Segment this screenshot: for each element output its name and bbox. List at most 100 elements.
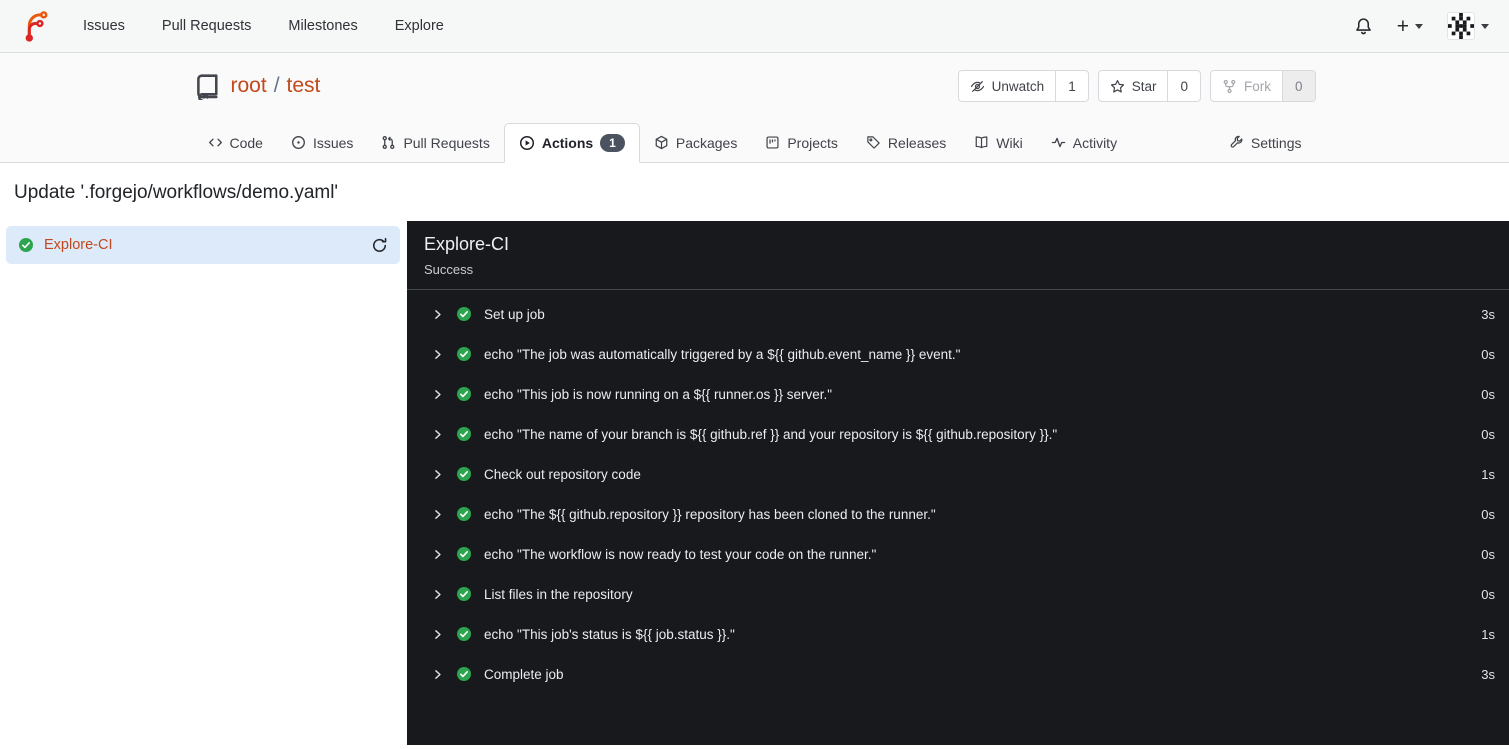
actions-count-badge: 1 (600, 133, 625, 153)
star-count[interactable]: 0 (1167, 71, 1200, 101)
tab-label: Releases (887, 134, 947, 151)
page-title: Update '.forgejo/workflows/demo.yaml' (14, 182, 339, 203)
repo-title-row: root / test Unwatch 1 Star 0 Fork 0 (194, 70, 1316, 102)
tab-packages[interactable]: Packages (640, 123, 751, 162)
watch-count[interactable]: 1 (1055, 71, 1088, 101)
chevron-right-icon (431, 308, 446, 321)
step-success-icon (456, 666, 474, 682)
step-name: Set up job (484, 306, 545, 322)
tab-pull-requests[interactable]: Pull Requests (367, 123, 503, 162)
repo-owner-link[interactable]: root (231, 74, 267, 98)
unwatch-button[interactable]: Unwatch 1 (957, 70, 1089, 102)
tab-label: Wiki (996, 134, 1023, 151)
chevron-right-icon (431, 348, 446, 361)
step-name: echo "This job is now running on a ${{ r… (484, 386, 833, 402)
top-navbar: Issues Pull Requests Milestones Explore … (0, 0, 1509, 53)
tab-issues[interactable]: Issues (277, 123, 367, 162)
pull-request-icon (383, 136, 395, 149)
step-row[interactable]: Set up job 3s (407, 294, 1509, 334)
plus-icon: + (1396, 14, 1409, 38)
step-duration: 0s (1481, 346, 1495, 362)
nav-milestones[interactable]: Milestones (288, 18, 357, 34)
chevron-right-icon (431, 508, 446, 521)
chevron-right-icon (431, 428, 446, 441)
identicon-avatar-icon (1448, 13, 1474, 39)
tab-settings[interactable]: Settings (1215, 123, 1316, 162)
tab-projects[interactable]: Projects (751, 123, 852, 162)
step-duration: 3s (1481, 666, 1495, 682)
step-row[interactable]: Complete job 3s (407, 654, 1509, 694)
tab-actions[interactable]: Actions 1 (503, 123, 640, 163)
notifications-button[interactable] (1354, 17, 1373, 36)
step-row[interactable]: echo "The name of your branch is ${{ git… (407, 414, 1509, 454)
chevron-right-icon (431, 588, 446, 601)
tab-label: Packages (675, 134, 738, 151)
main-nav: Issues Pull Requests Milestones Explore (83, 18, 444, 34)
tab-label: Projects (787, 134, 838, 151)
step-row[interactable]: echo "The job was automatically triggere… (407, 334, 1509, 374)
step-success-icon (456, 306, 474, 322)
step-success-icon (456, 546, 474, 562)
step-row[interactable]: echo "This job's status is ${{ job.statu… (407, 614, 1509, 654)
chevron-right-icon (431, 388, 446, 401)
tag-icon (867, 136, 880, 149)
step-name: echo "The ${{ github.repository }} repos… (484, 506, 936, 522)
package-icon (655, 135, 668, 150)
run-log-panel: Explore-CI Success Set up job 3s echo "T… (407, 221, 1509, 745)
step-row[interactable]: Check out repository code 1s (407, 454, 1509, 494)
actions-run-page: Update '.forgejo/workflows/demo.yaml' Ex… (0, 163, 1509, 747)
step-success-icon (456, 586, 474, 602)
step-row[interactable]: echo "The ${{ github.repository }} repos… (407, 494, 1509, 534)
run-panel-header: Explore-CI Success (407, 221, 1509, 290)
step-name: echo "The workflow is now ready to test … (484, 546, 877, 562)
repo-name-link[interactable]: test (287, 74, 321, 98)
nav-explore[interactable]: Explore (395, 18, 444, 34)
step-row[interactable]: echo "This job is now running on a ${{ r… (407, 374, 1509, 414)
job-item-explore-ci[interactable]: Explore-CI (6, 226, 400, 264)
repo-book-icon (194, 73, 221, 100)
bell-icon (1355, 17, 1371, 34)
chevron-right-icon (431, 628, 446, 641)
step-duration: 1s (1481, 626, 1495, 642)
forgejo-logo-icon (25, 10, 48, 42)
chevron-down-icon (1481, 23, 1489, 29)
rerun-sync-icon[interactable] (371, 237, 388, 254)
pulse-icon (1051, 137, 1065, 148)
step-duration: 1s (1481, 466, 1495, 482)
issue-icon (292, 136, 305, 149)
tab-wiki[interactable]: Wiki (960, 123, 1036, 162)
create-new-button[interactable]: + (1397, 16, 1423, 37)
step-name: echo "This job's status is ${{ job.statu… (484, 626, 735, 642)
jobs-sidebar: Explore-CI (0, 221, 407, 747)
repo-action-buttons: Unwatch 1 Star 0 Fork 0 (957, 70, 1316, 102)
step-duration: 3s (1481, 306, 1495, 322)
repo-tabs: Code Issues Pull Requests Actions 1 Pack… (194, 122, 1316, 163)
fork-button[interactable]: Fork 0 (1209, 70, 1316, 102)
step-duration: 0s (1481, 386, 1495, 402)
star-button[interactable]: Star 0 (1097, 70, 1201, 102)
step-duration: 0s (1481, 426, 1495, 442)
step-name: echo "The job was automatically triggere… (484, 346, 961, 362)
step-duration: 0s (1481, 586, 1495, 602)
repo-header: root / test Unwatch 1 Star 0 Fork 0 Code… (0, 53, 1509, 163)
forgejo-logo[interactable] (20, 10, 51, 42)
tab-label: Issues (312, 134, 354, 151)
tab-label: Code (229, 134, 263, 151)
fork-count[interactable]: 0 (1281, 71, 1315, 101)
step-success-icon (456, 506, 474, 522)
step-row[interactable]: List files in the repository 0s (407, 574, 1509, 614)
fork-icon (1223, 79, 1236, 93)
step-name: Complete job (484, 666, 564, 682)
star-icon (1110, 79, 1124, 93)
nav-pull-requests[interactable]: Pull Requests (162, 18, 251, 34)
tab-code[interactable]: Code (194, 123, 277, 162)
step-success-icon (456, 626, 474, 642)
step-row[interactable]: echo "The workflow is now ready to test … (407, 534, 1509, 574)
nav-issues[interactable]: Issues (83, 18, 125, 34)
tab-releases[interactable]: Releases (852, 123, 960, 162)
tab-activity[interactable]: Activity (1037, 123, 1131, 162)
tab-label: Actions (541, 135, 594, 151)
step-success-icon (456, 426, 474, 442)
run-status: Success (424, 262, 474, 277)
user-menu-button[interactable] (1447, 12, 1489, 40)
